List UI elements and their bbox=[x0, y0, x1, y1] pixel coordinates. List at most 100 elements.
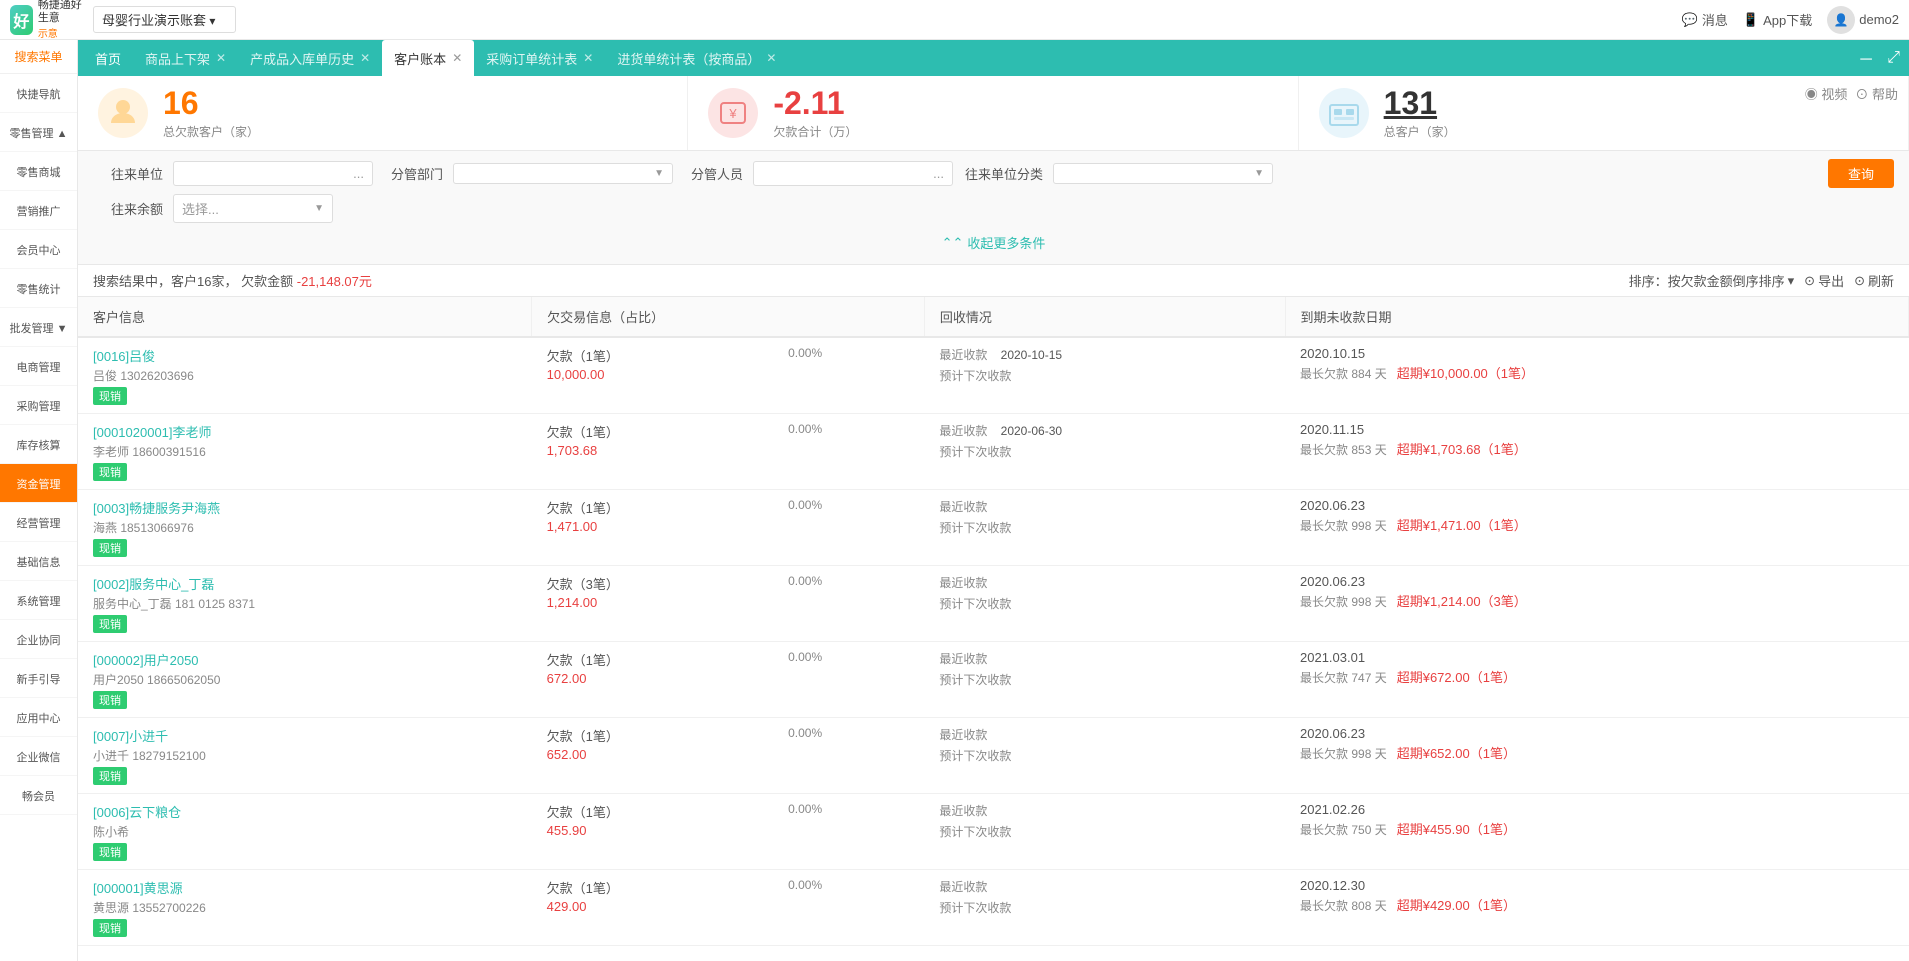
tab-inbound-stats[interactable]: 进货单统计表（按商品） ✕ bbox=[605, 40, 788, 76]
recent-pay-label: 最近收款 bbox=[939, 498, 1270, 515]
sidebar-item-apps[interactable]: 应用中心 bbox=[0, 698, 77, 737]
filter-unit-cat[interactable]: ▼ bbox=[1053, 163, 1273, 184]
filter-manager[interactable]: ... bbox=[753, 161, 953, 186]
overdue-cell: 2020.06.23 最长欠款 998 天 超期¥1,471.00（1笔） bbox=[1285, 490, 1908, 566]
debt-count: 欠款（3笔） bbox=[547, 574, 758, 593]
tab-customer-account[interactable]: 客户账本 ✕ bbox=[382, 40, 474, 76]
overdue-link[interactable]: 超期¥1,471.00（1笔） bbox=[1397, 518, 1527, 533]
sidebar-item-system[interactable]: 系统管理 bbox=[0, 581, 77, 620]
sidebar-item-basic[interactable]: 基础信息 bbox=[0, 542, 77, 581]
customer-name-link[interactable]: [0006]云下粮仓 bbox=[93, 802, 517, 821]
filter-balance[interactable]: 选择... ▼ bbox=[173, 194, 333, 223]
sidebar-item-wechat[interactable]: 企业微信 bbox=[0, 737, 77, 776]
sidebar-item-retail-mgmt[interactable]: 零售管理 ▲ bbox=[0, 113, 77, 152]
user-menu-btn[interactable]: 👤 demo2 bbox=[1827, 6, 1899, 34]
recent-pay-label: 最近收款 bbox=[939, 878, 1270, 895]
video-link[interactable]: ◉ 视频 bbox=[1805, 84, 1848, 103]
customer-info-cell: [0003]畅捷服务尹海燕 海燕 18513066976 现销 bbox=[78, 490, 532, 566]
sidebar-item-ecom[interactable]: 电商管理 bbox=[0, 347, 77, 386]
tab-close-product-inbound[interactable]: ✕ bbox=[360, 52, 370, 64]
filter-dept[interactable]: ▼ bbox=[453, 163, 673, 184]
customer-name-link[interactable]: [0003]畅捷服务尹海燕 bbox=[93, 498, 517, 517]
logo-sub: 示意 bbox=[38, 25, 88, 40]
overdue-link[interactable]: 超期¥10,000.00（1笔） bbox=[1397, 366, 1534, 381]
customer-name-link[interactable]: [000002]用户2050 bbox=[93, 650, 517, 669]
overdue-link[interactable]: 超期¥1,214.00（3笔） bbox=[1397, 594, 1527, 609]
overdue-link[interactable]: 超期¥672.00（1笔） bbox=[1397, 670, 1516, 685]
next-pay-label: 预计下次收款 bbox=[939, 747, 1270, 764]
sidebar-item-vip[interactable]: 畅会员 bbox=[0, 776, 77, 815]
refresh-btn[interactable]: ⊙ 刷新 bbox=[1854, 271, 1894, 290]
filter-from-unit[interactable]: ... bbox=[173, 161, 373, 186]
debt-icon: ¥ bbox=[708, 88, 758, 138]
filter-row-1: 往来单位 ... 分管部门 ▼ 分管人员 ... 往来单位分类 ▼ bbox=[93, 159, 1894, 188]
overdue-link[interactable]: 超期¥1,703.68（1笔） bbox=[1397, 442, 1527, 457]
sidebar-item-retail-stats[interactable]: 零售统计 bbox=[0, 269, 77, 308]
help-link[interactable]: ⊙ 帮助 bbox=[1855, 84, 1898, 103]
debt-pct-cell: 0.00% bbox=[773, 337, 924, 414]
sidebar-item-purchase[interactable]: 采购管理 bbox=[0, 386, 77, 425]
svg-text:¥: ¥ bbox=[729, 106, 738, 121]
filter-label-balance: 往来余额 bbox=[93, 199, 163, 218]
overdue-link[interactable]: 超期¥652.00（1笔） bbox=[1397, 746, 1516, 761]
sidebar-item-wholesale[interactable]: 批发管理 ▼ bbox=[0, 308, 77, 347]
sidebar-item-member[interactable]: 会员中心 bbox=[0, 230, 77, 269]
refresh-icon: ⊙ bbox=[1854, 273, 1865, 289]
sidebar-item-quicknav[interactable]: 快捷导航 bbox=[0, 74, 77, 113]
tab-home[interactable]: 首页 bbox=[83, 49, 133, 68]
overdue-link[interactable]: 超期¥455.90（1笔） bbox=[1397, 822, 1516, 837]
debt-amount: 1,703.68 bbox=[547, 443, 758, 458]
tab-close-customer-account[interactable]: ✕ bbox=[452, 52, 462, 64]
debtors-label: 总欠款客户（家） bbox=[163, 123, 259, 140]
recovery-cell: 最近收款 2020-06-30 预计下次收款 bbox=[924, 414, 1285, 490]
debt-amount: 429.00 bbox=[547, 899, 758, 914]
tab-product-inbound[interactable]: 产成品入库单历史 ✕ bbox=[238, 40, 382, 76]
customer-name-link[interactable]: [0001020001]李老师 bbox=[93, 422, 517, 441]
customer-tag: 现销 bbox=[93, 919, 127, 937]
customer-info-cell: [0007]小进千 小进千 18279152100 现销 bbox=[78, 718, 532, 794]
sidebar-item-marketing[interactable]: 营销推广 bbox=[0, 191, 77, 230]
customer-name-link[interactable]: [000001]黄思源 bbox=[93, 878, 517, 897]
tab-purchase-stats[interactable]: 采购订单统计表 ✕ bbox=[474, 40, 605, 76]
customer-name-link[interactable]: [0007]小进千 bbox=[93, 726, 517, 745]
tabs-maximize-btn[interactable]: ⤢ bbox=[1883, 49, 1904, 67]
store-selector[interactable]: 母婴行业演示账套 ▾ bbox=[93, 6, 236, 33]
tab-close-purchase-stats[interactable]: ✕ bbox=[583, 52, 593, 64]
debt-amount: 10,000.00 bbox=[547, 367, 758, 382]
customer-name-link[interactable]: [0002]服务中心_丁磊 bbox=[93, 574, 517, 593]
export-btn[interactable]: ⊙ 导出 bbox=[1804, 271, 1844, 290]
tab-product-shelf[interactable]: 商品上下架 ✕ bbox=[133, 40, 238, 76]
tabs-minimize-btn[interactable]: － bbox=[1854, 46, 1878, 70]
sidebar-item-guide[interactable]: 新手引导 bbox=[0, 659, 77, 698]
sidebar-item-collab[interactable]: 企业协同 bbox=[0, 620, 77, 659]
next-pay-label: 预计下次收款 bbox=[939, 899, 1270, 916]
avatar: 👤 bbox=[1827, 6, 1855, 34]
sidebar-item-operations[interactable]: 经营管理 bbox=[0, 503, 77, 542]
overdue-link[interactable]: 超期¥429.00（1笔） bbox=[1397, 898, 1516, 913]
tab-close-inbound-stats[interactable]: ✕ bbox=[766, 52, 776, 64]
customer-phone: 小进千 18279152100 bbox=[93, 747, 517, 764]
sidebar-item-inventory[interactable]: 库存核算 bbox=[0, 425, 77, 464]
content-area: 首页 商品上下架 ✕ 产成品入库单历史 ✕ 客户账本 ✕ 采购订单统计表 ✕ 进… bbox=[78, 40, 1909, 961]
message-btn[interactable]: 💬 消息 bbox=[1682, 10, 1728, 29]
sidebar-item-retail-mall[interactable]: 零售商城 bbox=[0, 152, 77, 191]
sort-selector[interactable]: 排序：按欠款金额倒序排序 ▾ bbox=[1629, 271, 1795, 290]
app-download-btn[interactable]: 📱 App下载 bbox=[1743, 10, 1812, 29]
overdue-date: 2021.02.26 bbox=[1300, 802, 1893, 817]
overdue-cell: 2020.06.23 最长欠款 998 天 超期¥652.00（1笔） bbox=[1285, 718, 1908, 794]
customer-name-link[interactable]: [0016]吕俊 bbox=[93, 346, 517, 365]
customer-phone: 吕俊 13026203696 bbox=[93, 367, 517, 384]
sidebar-item-finance[interactable]: 资金管理 bbox=[0, 464, 77, 503]
next-pay-label: 预计下次收款 bbox=[939, 367, 1270, 384]
tab-close-product-shelf[interactable]: ✕ bbox=[216, 52, 226, 64]
top-bar: 好 畅捷通好生意 示意 母婴行业演示账套 ▾ 💬 消息 📱 App下载 👤 de… bbox=[0, 0, 1909, 40]
logo-icon: 好 bbox=[10, 5, 33, 35]
debt-count: 欠款（1笔） bbox=[547, 726, 758, 745]
customer-info-cell: [000002]用户2050 用户2050 18665062050 现销 bbox=[78, 642, 532, 718]
debt-pct: 0.00% bbox=[788, 498, 909, 512]
filter-collapse-btn[interactable]: ⌃⌃ 收起更多条件 bbox=[93, 229, 1894, 256]
col-overdue-date: 到期未收款日期 bbox=[1285, 297, 1908, 337]
customer-tag: 现销 bbox=[93, 463, 127, 481]
sidebar-search[interactable]: 搜索菜单 bbox=[0, 40, 77, 74]
search-button[interactable]: 查询 bbox=[1828, 159, 1894, 188]
